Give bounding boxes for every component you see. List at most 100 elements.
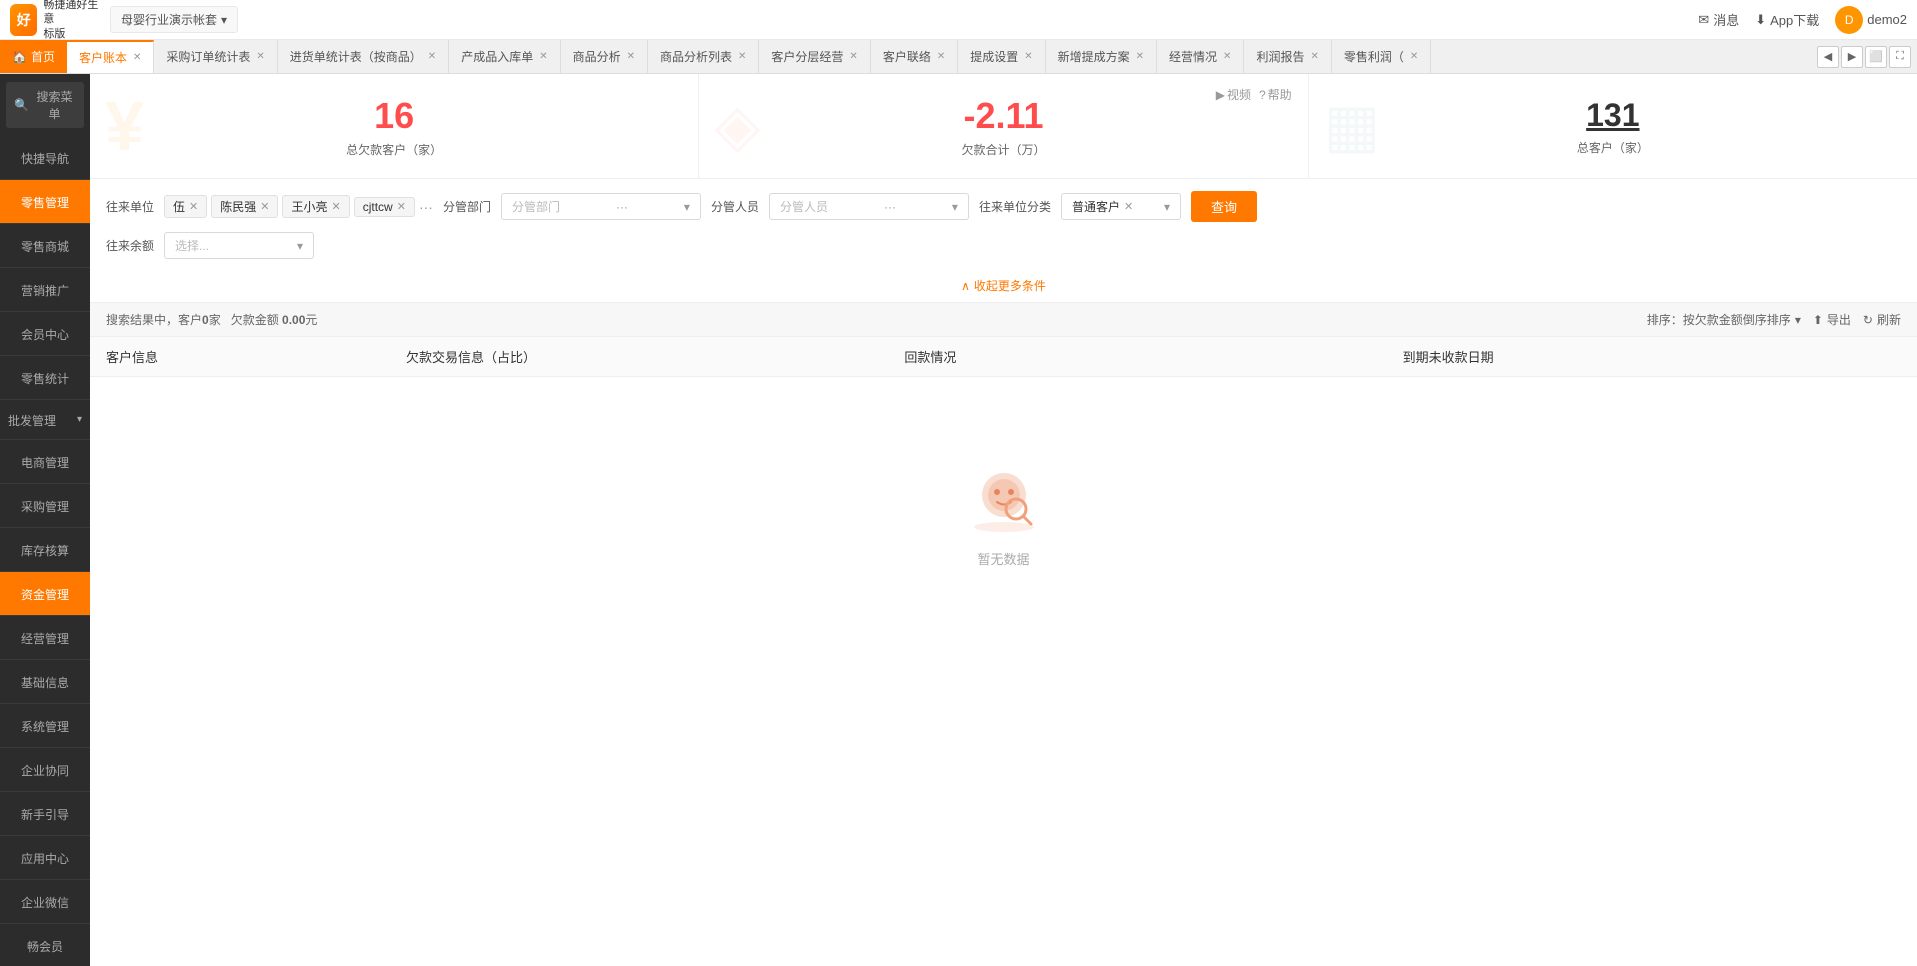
- tab-close-icon[interactable]: ✕: [937, 51, 945, 62]
- stat-bg-icon-diamond: ◈: [714, 91, 760, 161]
- refresh-button[interactable]: ↻ 刷新: [1863, 311, 1901, 328]
- tab-customer-contact-label: 客户联络: [883, 48, 931, 65]
- filter-tag-close-2[interactable]: ✕: [332, 200, 341, 213]
- tab-operation-status-label: 经营情况: [1169, 48, 1217, 65]
- sidebar-item-retail-mall[interactable]: 零售商城: [0, 224, 90, 268]
- sidebar-item-operation[interactable]: 经营管理: [0, 616, 90, 660]
- stat-right-icons: ▶ 视频 ? 帮助: [1216, 86, 1292, 103]
- help-button[interactable]: ? 帮助: [1259, 86, 1292, 103]
- chevron-down-icon: ▾: [1164, 200, 1170, 214]
- tab-operation-status[interactable]: 经营情况 ✕: [1157, 40, 1244, 74]
- sidebar-item-enterprise-wechat[interactable]: 企业微信: [0, 880, 90, 924]
- tab-close-icon[interactable]: ✕: [627, 51, 635, 62]
- person-select[interactable]: 分管人员 ··· ▾: [769, 193, 969, 220]
- tab-home[interactable]: 🏠 首页: [0, 40, 67, 74]
- tab-purchase-stats[interactable]: 进货单统计表（按商品） ✕: [278, 40, 449, 74]
- tab-customer-segment[interactable]: 客户分层经营 ✕: [759, 40, 870, 74]
- app-download-button[interactable]: ⬇ App下载: [1755, 10, 1819, 29]
- empty-icon: [964, 457, 1044, 537]
- collapse-button[interactable]: ∧ 收起更多条件: [106, 269, 1901, 302]
- stat-value-clients[interactable]: 131: [1586, 96, 1639, 134]
- tab-product-instock[interactable]: 产成品入库单 ✕: [449, 40, 560, 74]
- logo-area: 好 畅捷通好生意 标版: [10, 0, 100, 41]
- tab-product-analysis-list[interactable]: 商品分析列表 ✕: [648, 40, 759, 74]
- tab-purchase-order-label: 采购订单统计表: [166, 48, 250, 65]
- tab-close-icon[interactable]: ✕: [849, 51, 857, 62]
- filter-tag-more[interactable]: ···: [419, 199, 433, 215]
- tab-close-icon[interactable]: ✕: [1410, 51, 1418, 62]
- filter-tag-close-1[interactable]: ✕: [260, 200, 269, 213]
- logo-icon: 好: [10, 4, 37, 36]
- sidebar-item-member-vip[interactable]: 畅会员: [0, 924, 90, 966]
- sidebar-item-inventory[interactable]: 库存核算: [0, 528, 90, 572]
- sidebar-item-marketing[interactable]: 营销推广: [0, 268, 90, 312]
- sidebar-item-finance[interactable]: 资金管理: [0, 572, 90, 616]
- sidebar-item-app-center[interactable]: 应用中心: [0, 836, 90, 880]
- search-icon: 🔍: [14, 98, 29, 112]
- sidebar-item-new-guide[interactable]: 新手引导: [0, 792, 90, 836]
- sort-select[interactable]: 排序：按欠款金额倒序排序 ▾: [1647, 311, 1801, 328]
- tab-close-icon[interactable]: ✕: [1310, 51, 1318, 62]
- sidebar-item-enterprise[interactable]: 企业协同: [0, 748, 90, 792]
- sidebar-item-purchase[interactable]: 采购管理: [0, 484, 90, 528]
- tab-purchase-order[interactable]: 采购订单统计表 ✕: [154, 40, 277, 74]
- stat-bg-icon-building: ▦: [1324, 91, 1381, 161]
- sidebar-item-retail-stats[interactable]: 零售统计: [0, 356, 90, 400]
- sidebar-item-wholesale[interactable]: 批发管理 ▾: [0, 400, 90, 440]
- user-menu[interactable]: D demo2: [1835, 6, 1907, 34]
- filter-tag-2: 王小亮 ✕: [282, 195, 349, 218]
- balance-select[interactable]: 选择... ▾: [164, 232, 314, 259]
- filter-tag-close-0[interactable]: ✕: [189, 200, 198, 213]
- table-body: 暂无数据: [90, 377, 1917, 648]
- tab-profit-report[interactable]: 利润报告 ✕: [1244, 40, 1331, 74]
- search-menu-button[interactable]: 🔍 搜索菜单: [6, 82, 84, 128]
- tab-fullscreen-button[interactable]: ⛶: [1889, 46, 1911, 68]
- tab-close-icon[interactable]: ✕: [738, 51, 746, 62]
- tab-nav-buttons: ◀ ▶ ⬜ ⛶: [1811, 46, 1917, 68]
- dept-select[interactable]: 分管部门 ··· ▾: [501, 193, 701, 220]
- tab-close-icon[interactable]: ✕: [1024, 51, 1032, 62]
- chevron-down-icon: ▾: [221, 13, 227, 27]
- tab-retail-profit[interactable]: 零售利润（ ✕: [1332, 40, 1431, 74]
- sidebar-item-retail[interactable]: 零售管理: [0, 180, 90, 224]
- home-icon: 🏠: [12, 50, 27, 64]
- tab-customer-book[interactable]: 客户账本 ✕: [67, 40, 154, 74]
- query-button[interactable]: 查询: [1191, 191, 1257, 222]
- chevron-down-icon: ▾: [77, 414, 82, 425]
- filter-tag-close-unit-type[interactable]: ✕: [1124, 200, 1133, 213]
- sidebar-item-quick-nav[interactable]: 快捷导航: [0, 136, 90, 180]
- tab-close-icon[interactable]: ✕: [133, 52, 141, 63]
- sidebar-item-system[interactable]: 系统管理: [0, 704, 90, 748]
- tab-new-achieve[interactable]: 新增提成方案 ✕: [1046, 40, 1157, 74]
- system-selector[interactable]: 母婴行业演示帐套 ▾: [110, 6, 238, 33]
- filter-tag-close-3[interactable]: ✕: [397, 200, 406, 213]
- tab-next-button[interactable]: ▶: [1841, 46, 1863, 68]
- stat-value-customers: 16: [374, 94, 414, 137]
- main-layout: 🔍 搜索菜单 快捷导航 零售管理 零售商城 营销推广 会员中心 零售统计 批发管…: [0, 74, 1917, 966]
- tab-prev-button[interactable]: ◀: [1817, 46, 1839, 68]
- tab-close-icon[interactable]: ✕: [1136, 51, 1144, 62]
- content-area: ¥ 16 总欠款客户（家） ◈ -2.11 欠款合计（万） ▶ 视频 ? 帮助: [90, 74, 1917, 966]
- tab-customer-contact[interactable]: 客户联络 ✕: [871, 40, 958, 74]
- sidebar-item-basic-info[interactable]: 基础信息: [0, 660, 90, 704]
- tab-close-icon[interactable]: ✕: [256, 51, 264, 62]
- chevron-down-icon: ▾: [684, 200, 690, 214]
- tab-close-icon[interactable]: ✕: [539, 51, 547, 62]
- unit-type-select[interactable]: 普通客户 ✕ ▾: [1061, 193, 1181, 220]
- stats-bar: ¥ 16 总欠款客户（家） ◈ -2.11 欠款合计（万） ▶ 视频 ? 帮助: [90, 74, 1917, 179]
- tab-profit-report-label: 利润报告: [1256, 48, 1304, 65]
- export-button[interactable]: ⬆ 导出: [1813, 311, 1851, 328]
- message-button[interactable]: ✉ 消息: [1698, 10, 1739, 29]
- tab-remind-settings[interactable]: 提成设置 ✕: [958, 40, 1045, 74]
- tab-expand-button[interactable]: ⬜: [1865, 46, 1887, 68]
- sidebar-item-member[interactable]: 会员中心: [0, 312, 90, 356]
- sidebar-item-ecommerce[interactable]: 电商管理: [0, 440, 90, 484]
- tab-retail-profit-label: 零售利润（: [1344, 48, 1404, 65]
- video-help-button[interactable]: ▶ 视频: [1216, 86, 1251, 103]
- tab-bar: 🏠 首页 客户账本 ✕ 采购订单统计表 ✕ 进货单统计表（按商品） ✕ 产成品入…: [0, 40, 1917, 74]
- col-debt-info: 欠款交易信息（占比）: [406, 347, 904, 366]
- tab-close-icon[interactable]: ✕: [428, 51, 436, 62]
- tab-close-icon[interactable]: ✕: [1223, 51, 1231, 62]
- tab-customer-segment-label: 客户分层经营: [771, 48, 843, 65]
- tab-product-analysis[interactable]: 商品分析 ✕: [561, 40, 648, 74]
